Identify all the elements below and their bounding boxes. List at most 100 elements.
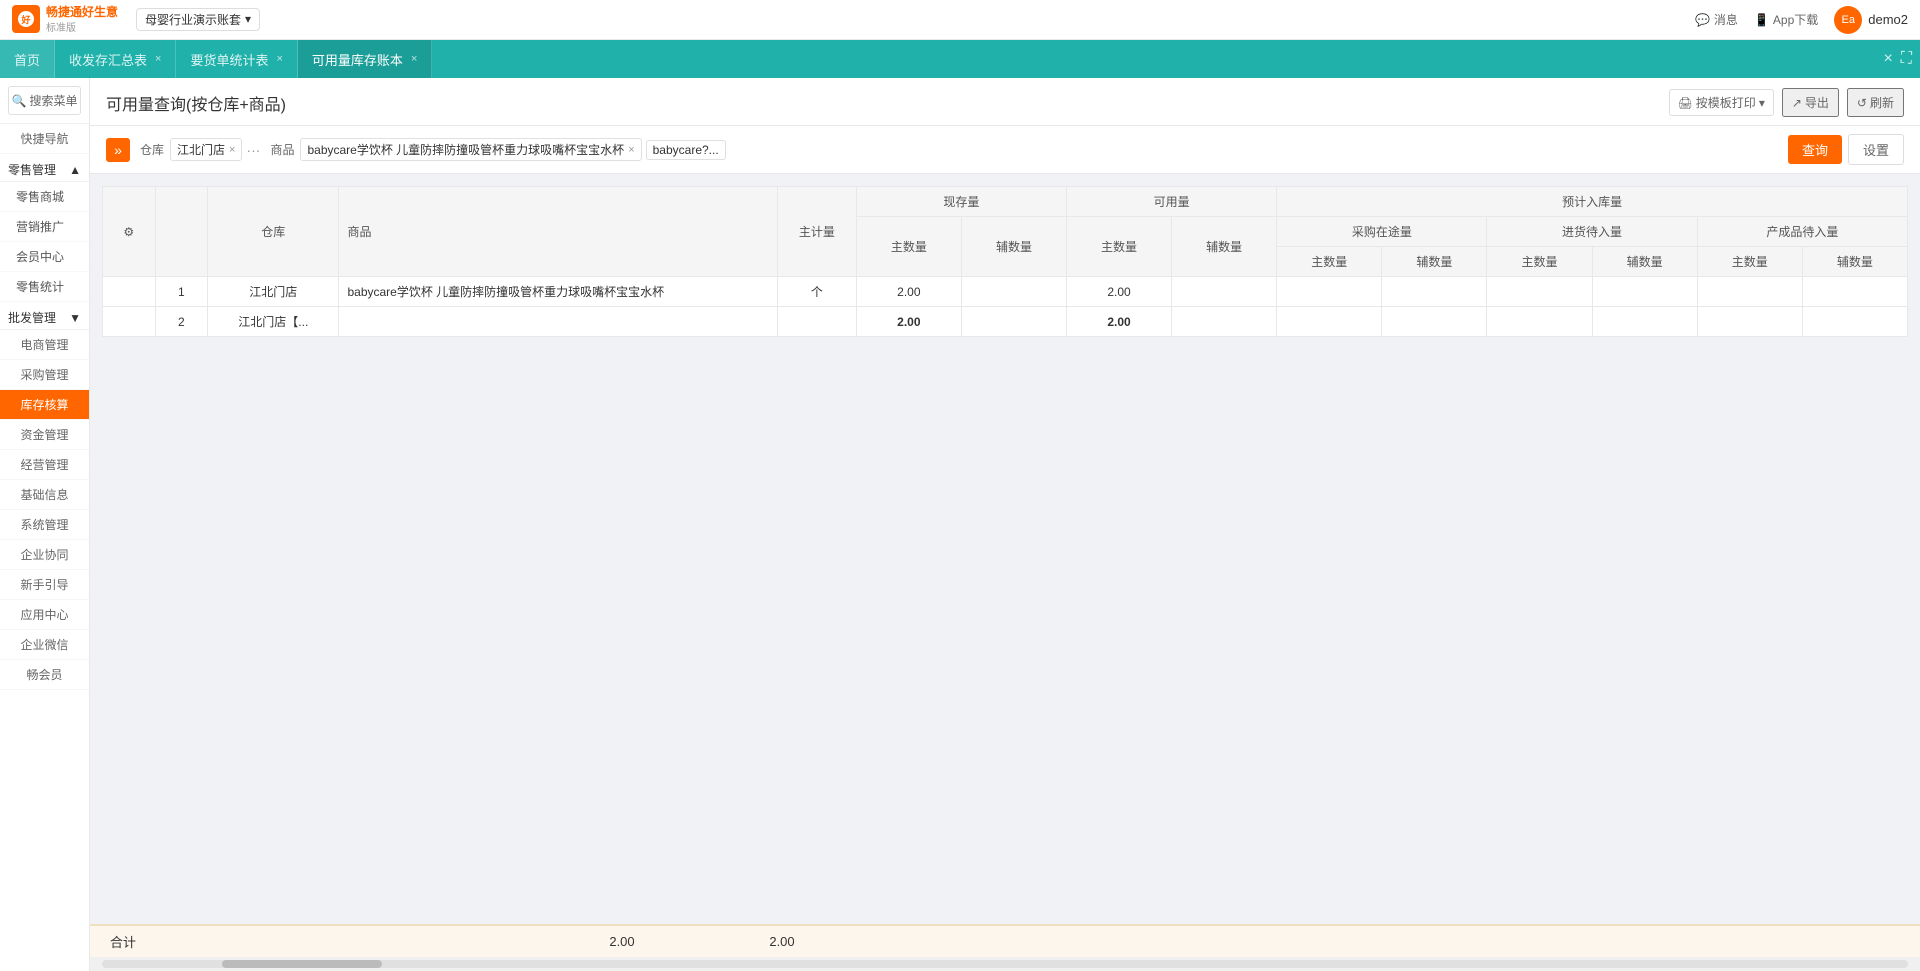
product-tag-1: babycare学饮杯 儿童防摔防撞吸管杯重力球吸嘴杯宝宝水杯 × [300, 138, 641, 161]
product-tag-2-text: babycare?... [653, 143, 719, 157]
logo-sub: 标准版 [46, 19, 118, 34]
user-area[interactable]: Ea demo2 [1834, 6, 1908, 34]
th-index [155, 187, 208, 277]
tab-order-close[interactable]: × [276, 53, 282, 65]
row1-prod-aux [1802, 277, 1907, 307]
app-download-btn[interactable]: 📱 App下载 [1754, 11, 1818, 28]
sidebar-item-quicknav[interactable]: 快捷导航 [0, 124, 89, 154]
th-incoming: 进货待入量 [1487, 217, 1697, 247]
th-warehouse: 仓库 [208, 187, 339, 277]
tab-receive-close[interactable]: × [155, 53, 161, 65]
row2-inc-aux [1592, 307, 1697, 337]
tab-order[interactable]: 要货单统计表 × [176, 40, 297, 78]
top-bar-right: 💬 消息 📱 App下载 Ea demo2 [1695, 6, 1908, 34]
scroll-thumb[interactable] [222, 960, 382, 968]
tab-home[interactable]: 首页 [0, 40, 55, 78]
avatar-text: Ea [1842, 14, 1855, 26]
th-avail-main: 主数量 [1067, 217, 1172, 277]
toggle-icon: » [114, 142, 122, 158]
sidebar-item-purchase[interactable]: 采购管理 [0, 360, 89, 390]
scroll-bar-area [90, 957, 1920, 971]
sidebar-item-system[interactable]: 系统管理 [0, 510, 89, 540]
product-tag-1-text: babycare学饮杯 儿童防摔防撞吸管杯重力球吸嘴杯宝宝水杯 [307, 141, 624, 158]
printer-icon: 🖨 [1678, 96, 1693, 110]
warehouse-label: 仓库 [140, 141, 164, 158]
sidebar-item-marketing[interactable]: 营销推广 [0, 212, 89, 242]
sidebar-search-area: 🔍 搜索菜单 [0, 78, 89, 124]
sidebar-section-wholesale[interactable]: 批发管理 ▼ [0, 302, 89, 330]
data-table: ⚙ 仓库 商品 主计量 现存量 可用量 预计入库量 主数量 辅数量 主数量 [102, 186, 1908, 337]
tab-available-close[interactable]: × [411, 53, 417, 65]
row2-cur-aux [961, 307, 1066, 337]
sidebar-item-newbie[interactable]: 新手引导 [0, 570, 89, 600]
refresh-icon: ↺ [1857, 96, 1867, 110]
table-wrapper: ⚙ 仓库 商品 主计量 现存量 可用量 预计入库量 主数量 辅数量 主数量 [90, 174, 1920, 924]
tab-receive[interactable]: 收发存汇总表 × [55, 40, 176, 78]
sidebar-item-basic[interactable]: 基础信息 [0, 480, 89, 510]
sidebar-section-retail[interactable]: 零售管理 ▲ [0, 154, 89, 182]
product-tag-2: babycare?... [646, 140, 726, 160]
row2-index: 2 [155, 307, 208, 337]
row2-pt-aux [1382, 307, 1487, 337]
sidebar-nav-label: 快捷导航 [20, 130, 68, 147]
sidebar-item-inventory[interactable]: 库存核算 [0, 390, 89, 420]
tab-expand-btn[interactable]: ⛶ [1901, 50, 1912, 68]
sidebar-search-btn[interactable]: 🔍 搜索菜单 [8, 86, 81, 115]
row1-inc-aux [1592, 277, 1697, 307]
row1-product: babycare学饮杯 儿童防摔防撞吸管杯重力球吸嘴杯宝宝水杯 [339, 277, 777, 307]
sidebar-item-finance[interactable]: 资金管理 [0, 420, 89, 450]
sidebar-section-retail-label: 零售管理 [8, 161, 56, 178]
app-download-label: App下载 [1773, 11, 1818, 28]
message-icon: 💬 [1695, 13, 1710, 27]
logo-area: 好 畅捷通好生意 标准版 [12, 5, 118, 34]
filter-toggle-btn[interactable]: » [106, 138, 130, 162]
query-btn[interactable]: 查询 [1788, 135, 1842, 164]
row1-unit: 个 [777, 277, 856, 307]
row1-cur-main: 2.00 [856, 277, 961, 307]
th-current-stock: 现存量 [856, 187, 1066, 217]
settings-btn[interactable]: 设置 [1848, 134, 1904, 165]
refresh-btn[interactable]: ↺ 刷新 [1847, 88, 1904, 117]
tenant-name: 母婴行业演示账套 [145, 11, 241, 28]
gear-icon[interactable]: ⚙ [123, 225, 134, 239]
sidebar-item-operation[interactable]: 经营管理 [0, 450, 89, 480]
scroll-track[interactable] [102, 960, 1908, 968]
warehouse-tags: 江北门店 × ··· [170, 138, 260, 161]
export-btn[interactable]: ↗ 导出 [1782, 88, 1839, 117]
sidebar-item-member[interactable]: 会员中心 [0, 242, 89, 272]
tab-receive-label: 收发存汇总表 [69, 50, 147, 69]
tab-close-all-btn[interactable]: × [1883, 50, 1892, 68]
sidebar-item-ecommerce[interactable]: 电商管理 [0, 330, 89, 360]
sidebar-item-retail-mall[interactable]: 零售商城 [0, 182, 89, 212]
warehouse-more-btn[interactable]: ··· [246, 142, 260, 158]
tab-bar: 首页 收发存汇总表 × 要货单统计表 × 可用量库存账本 × × ⛶ [0, 40, 1920, 78]
sidebar-item-app-center[interactable]: 应用中心 [0, 600, 89, 630]
row1-pt-aux [1382, 277, 1487, 307]
product-tag-1-close[interactable]: × [628, 144, 634, 156]
table-row: 2 江北门店【... 2.00 2.00 [103, 307, 1908, 337]
row2-avail-main: 2.00 [1067, 307, 1172, 337]
sidebar-item-retail-stat[interactable]: 零售统计 [0, 272, 89, 302]
th-avail-aux: 辅数量 [1172, 217, 1277, 277]
th-pt-main: 主数量 [1277, 247, 1382, 277]
th-inc-main: 主数量 [1487, 247, 1592, 277]
sidebar-item-enterprise[interactable]: 企业协同 [0, 540, 89, 570]
th-current-main: 主数量 [856, 217, 961, 277]
message-btn[interactable]: 💬 消息 [1695, 11, 1738, 28]
warehouse-tag-jiangbei: 江北门店 × [170, 138, 242, 161]
tenant-chevron-icon: ▾ [245, 12, 251, 26]
template-print-btn[interactable]: 🖨 按模板打印 ▾ [1669, 89, 1774, 116]
warehouse-tag-close[interactable]: × [229, 144, 235, 156]
page-title: 可用量查询(按仓库+商品) [106, 91, 286, 115]
sidebar-item-wechat[interactable]: 企业微信 [0, 630, 89, 660]
row2-prod-main [1697, 307, 1802, 337]
th-prod-aux: 辅数量 [1802, 247, 1907, 277]
tenant-selector[interactable]: 母婴行业演示账套 ▾ [136, 8, 260, 31]
row1-avail-aux [1172, 277, 1277, 307]
content-area: 可用量查询(按仓库+商品) 🖨 按模板打印 ▾ ↗ 导出 ↺ 刷新 [90, 78, 1920, 971]
chevron-down-icon2: ▾ [1759, 96, 1765, 110]
sidebar-item-vip[interactable]: 畅会员 [0, 660, 89, 690]
tab-available[interactable]: 可用量库存账本 × [298, 40, 432, 78]
th-prod-main: 主数量 [1697, 247, 1802, 277]
footer-avail-main: 2.00 [742, 934, 822, 949]
